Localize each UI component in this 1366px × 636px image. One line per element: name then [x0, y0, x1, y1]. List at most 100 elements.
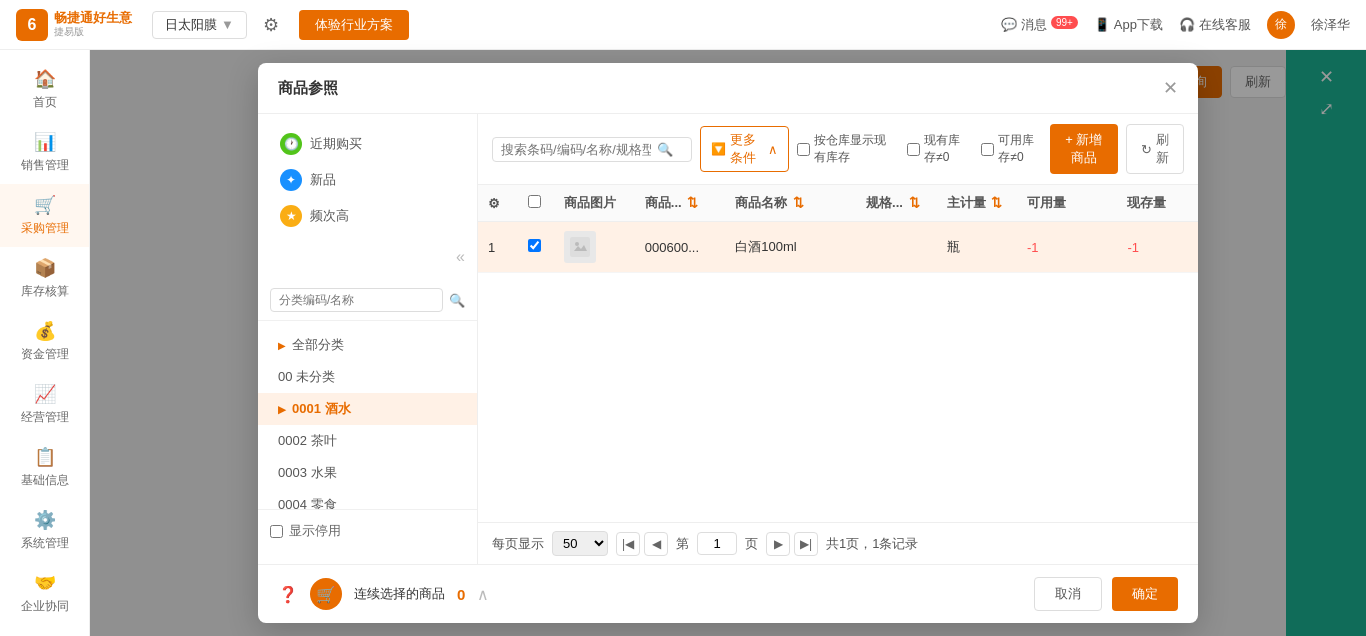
sidebar-item-sales[interactable]: 📊 销售管理 — [0, 121, 89, 184]
modal-header: 商品参照 ✕ — [258, 63, 1198, 114]
col-image: 商品图片 — [554, 185, 634, 222]
row-code: 000600... — [635, 222, 726, 273]
quick-link-new[interactable]: ✦ 新品 — [270, 162, 465, 198]
category-search-input[interactable] — [270, 288, 443, 312]
cart-icon[interactable]: 🛒 — [310, 578, 342, 610]
checkbox-warehouse[interactable]: 按仓库显示现有库存 — [797, 132, 893, 166]
col-code-label: 商品... — [645, 195, 682, 210]
checkbox-avail-ne0[interactable]: 可用库存≠0 — [981, 132, 1041, 166]
show-disabled-label: 显示停用 — [289, 522, 341, 540]
category-item-all[interactable]: ▶ 全部分类 — [258, 329, 477, 361]
modal-body: 🕐 近期购买 ✦ 新品 ★ 频次高 — [258, 114, 1198, 564]
modal-overlay: 商品参照 ✕ 🕐 近期购买 ✦ 新 — [90, 50, 1366, 636]
logo-text: 畅捷通好生意 — [54, 10, 132, 26]
sidebar-item-purchase[interactable]: 🛒 采购管理 — [0, 184, 89, 247]
sidebar-item-inventory[interactable]: 📦 库存核算 — [0, 247, 89, 310]
stock-value: -1 — [1127, 240, 1139, 255]
store-selector[interactable]: 日太阳膜 ▼ — [152, 11, 247, 39]
col-code[interactable]: 商品... ⇅ — [635, 185, 726, 222]
sidebar-item-system[interactable]: ⚙️ 系统管理 — [0, 499, 89, 562]
sidebar-item-operations[interactable]: 📈 经营管理 — [0, 373, 89, 436]
page-size-select[interactable]: 50 10 20 100 — [552, 531, 608, 556]
table-row[interactable]: 1 — [478, 222, 1198, 273]
checkbox-stock-ne0-label: 现有库存≠0 — [924, 132, 967, 166]
left-panel-collapse-btn[interactable]: « — [456, 248, 465, 266]
checkbox-warehouse-input[interactable] — [797, 143, 810, 156]
checkbox-avail-ne0-input[interactable] — [981, 143, 994, 156]
product-search-icon[interactable]: 🔍 — [657, 142, 673, 157]
sidebar-item-collab[interactable]: 🤝 企业协同 — [0, 562, 89, 625]
confirm-button[interactable]: 确定 — [1112, 577, 1178, 611]
product-search-input[interactable] — [501, 142, 651, 157]
product-toolbar: 🔍 🔽 更多条件 ∧ 按仓库显示现有库存 — [478, 114, 1198, 185]
col-spec-label: 规格... — [866, 195, 903, 210]
refresh-icon: ↻ — [1141, 142, 1152, 157]
sidebar-item-finance[interactable]: 💰 资金管理 — [0, 310, 89, 373]
page-total-info: 共1页，1条记录 — [826, 535, 918, 553]
checkbox-stock-ne0-input[interactable] — [907, 143, 920, 156]
row-image-cell — [554, 222, 634, 273]
category-item-0003[interactable]: 0003 水果 — [258, 457, 477, 489]
store-arrow-icon: ▼ — [221, 17, 234, 32]
right-panel: 🔍 🔽 更多条件 ∧ 按仓库显示现有库存 — [478, 114, 1198, 564]
category-item-0001[interactable]: ▶ 0001 酒水 — [258, 393, 477, 425]
operations-icon: 📈 — [34, 383, 56, 405]
message-badge: 99+ — [1051, 16, 1078, 29]
show-disabled: 显示停用 — [258, 509, 477, 552]
user-name-nav-item[interactable]: 徐泽华 — [1311, 16, 1350, 34]
message-label: 消息 — [1021, 16, 1047, 34]
more-filter-btn[interactable]: 🔽 更多条件 ∧ — [700, 126, 789, 172]
collapse-footer-icon[interactable]: ∧ — [477, 585, 489, 604]
add-product-button[interactable]: + 新增商品 — [1050, 124, 1118, 174]
page-number-input[interactable] — [697, 532, 737, 555]
category-label-0001: 0001 酒水 — [292, 400, 351, 418]
row-unit: 瓶 — [937, 222, 1017, 273]
first-page-btn[interactable]: |◀ — [616, 532, 640, 556]
quick-link-freq[interactable]: ★ 频次高 — [270, 198, 465, 234]
show-disabled-checkbox[interactable] — [270, 525, 283, 538]
category-item-0002[interactable]: 0002 茶叶 — [258, 425, 477, 457]
logo-text-block: 畅捷通好生意 捷易版 — [54, 10, 132, 40]
col-unit[interactable]: 主计量 ⇅ — [937, 185, 1017, 222]
category-item-00[interactable]: 00 未分类 — [258, 361, 477, 393]
refresh-product-button[interactable]: ↻ 刷新 — [1126, 124, 1184, 174]
quick-link-new-label: 新品 — [310, 171, 336, 189]
new-icon: ✦ — [280, 169, 302, 191]
prev-page-btn[interactable]: ◀ — [644, 532, 668, 556]
sidebar-item-guide[interactable]: 🆕 新手引导 — [0, 625, 89, 636]
col-settings[interactable]: ⚙ — [478, 185, 518, 222]
col-spec[interactable]: 规格... ⇅ — [856, 185, 936, 222]
checkbox-stock-ne0[interactable]: 现有库存≠0 — [907, 132, 967, 166]
category-label-0004: 0004 零食 — [278, 496, 337, 509]
modal-close-button[interactable]: ✕ — [1163, 77, 1178, 99]
sidebar-item-home[interactable]: 🏠 首页 — [0, 58, 89, 121]
col-name-sort-icon: ⇅ — [793, 195, 804, 210]
sidebar-label-operations: 经营管理 — [21, 409, 69, 426]
category-label-0003: 0003 水果 — [278, 464, 337, 482]
page-suffix: 页 — [745, 535, 758, 553]
cancel-button[interactable]: 取消 — [1034, 577, 1102, 611]
quick-link-recent[interactable]: 🕐 近期购买 — [270, 126, 465, 162]
select-all-checkbox[interactable] — [528, 195, 541, 208]
app-download-nav-item[interactable]: 📱 App下载 — [1094, 16, 1163, 34]
sidebar-label-finance: 资金管理 — [21, 346, 69, 363]
experience-btn[interactable]: 体验行业方案 — [299, 10, 409, 40]
online-service-nav-item[interactable]: 🎧 在线客服 — [1179, 16, 1251, 34]
last-page-btn[interactable]: ▶| — [794, 532, 818, 556]
message-nav-item[interactable]: 💬 消息 99+ — [1001, 16, 1078, 34]
cart-text: 连续选择的商品 — [354, 586, 445, 601]
col-unit-sort-icon: ⇅ — [991, 195, 1002, 210]
next-page-btn[interactable]: ▶ — [766, 532, 790, 556]
category-search-icon[interactable]: 🔍 — [449, 293, 465, 308]
sidebar-label-inventory: 库存核算 — [21, 283, 69, 300]
svg-point-1 — [575, 242, 579, 246]
user-avatar[interactable]: 徐 — [1267, 11, 1295, 39]
row-checkbox[interactable] — [528, 239, 541, 252]
row-name: 白酒100ml — [725, 222, 856, 273]
sidebar-item-basic[interactable]: 📋 基础信息 — [0, 436, 89, 499]
help-icon[interactable]: ❓ — [278, 585, 298, 604]
col-name[interactable]: 商品名称 ⇅ — [725, 185, 856, 222]
logo-sub: 捷易版 — [54, 25, 132, 39]
settings-icon[interactable]: ⚙ — [255, 9, 287, 41]
category-item-0004[interactable]: 0004 零食 — [258, 489, 477, 509]
